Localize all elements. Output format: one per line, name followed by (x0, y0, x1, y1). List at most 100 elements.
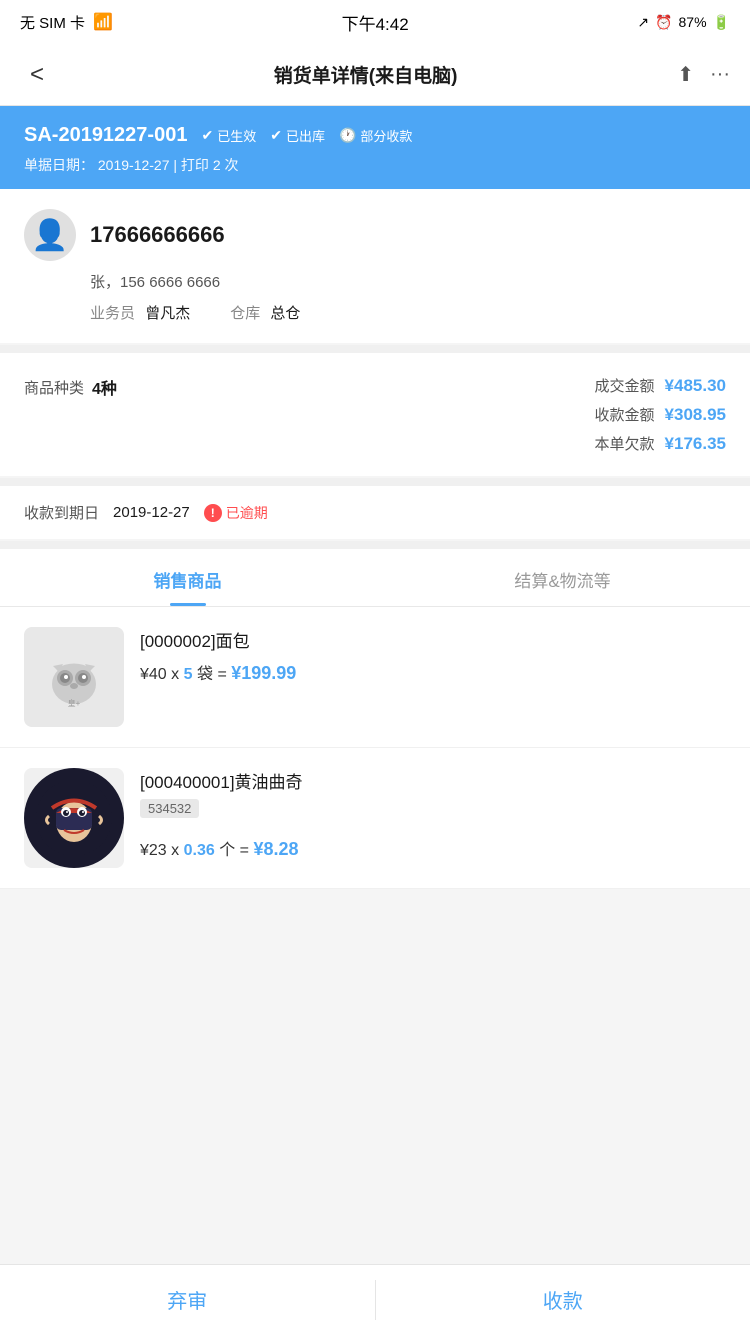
received-amount-label: 收款金额 (595, 404, 655, 425)
warehouse-row: 仓库 总仓 (230, 302, 300, 323)
warehouse-value: 总仓 (270, 305, 300, 322)
product-total-1: ¥199.99 (231, 663, 296, 683)
product-sku-badge: 534532 (140, 799, 199, 818)
product-types-value: 4种 (92, 375, 117, 399)
clock-icon: 🕐 (339, 127, 356, 144)
share-icon[interactable]: ⬆ (677, 62, 694, 87)
summary-left: 商品种类 4种 (24, 375, 117, 399)
deal-amount-row: 成交金额 ¥485.30 (595, 375, 726, 396)
battery-label: 87% (679, 14, 707, 30)
customer-meta: 业务员 曾凡杰 仓库 总仓 (24, 302, 726, 323)
summary-right: 成交金额 ¥485.30 收款金额 ¥308.95 本单欠款 ¥176.35 (595, 375, 726, 454)
product-total-2: ¥8.28 (253, 839, 298, 859)
product-item-2: [000400001]黄油曲奇 534532 ¥23 x 0.36 个 = ¥8… (0, 748, 750, 889)
product-x-1: x (171, 666, 183, 683)
overdue-label: 已逾期 (226, 503, 268, 523)
header-date-row: 单据日期： 2019-12-27 | 打印 2 次 (24, 155, 726, 175)
header-top-row: SA-20191227-001 ✔ 已生效 ✔ 已出库 🕐 部分收款 (24, 124, 726, 147)
received-amount-value: ¥308.95 (665, 405, 726, 425)
product-unit-1: 袋 (197, 666, 213, 683)
overdue-badge: ! 已逾期 (204, 503, 268, 523)
summary-grid: 商品种类 4种 成交金额 ¥485.30 收款金额 ¥308.95 本单欠款 ¥… (24, 375, 726, 454)
badge-effective: ✔ 已生效 (201, 126, 256, 145)
product-price-row-2: ¥23 x 0.36 个 = ¥8.28 (140, 836, 726, 860)
customer-phone: 17666666666 (90, 222, 225, 248)
product-image-placeholder-1: 皇+ (24, 627, 124, 727)
due-date-section: 收款到期日 2019-12-27 ! 已逾期 (0, 486, 750, 539)
summary-section: 商品种类 4种 成交金额 ¥485.30 收款金额 ¥308.95 本单欠款 ¥… (0, 353, 750, 476)
print-count: 2 (213, 157, 221, 173)
person-icon: 👤 (31, 218, 68, 253)
more-icon[interactable]: ··· (710, 63, 730, 86)
product-equals-2: = (240, 842, 254, 859)
product-quantity-1: 5 (184, 666, 193, 683)
warehouse-label: 仓库 (230, 305, 260, 322)
customer-info: 张，156 6666 6666 (24, 271, 726, 292)
arrears-label: 本单欠款 (595, 433, 655, 454)
status-bar: 无 SIM 卡 📶 下午4:42 ↗ ⏰ 87% 🔋 (0, 0, 750, 44)
nav-actions: ⬆ ··· (677, 62, 730, 87)
product-price-2: ¥23 (140, 842, 167, 859)
status-bar-right: ↗ ⏰ 87% 🔋 (637, 14, 730, 31)
nav-title: 销货单详情(来自电脑) (274, 61, 458, 88)
deal-amount-label: 成交金额 (595, 375, 655, 396)
check-icon-1: ✔ (201, 127, 213, 144)
status-bar-time: 下午4:42 (342, 10, 409, 35)
payment-button[interactable]: 收款 (376, 1265, 750, 1334)
product-types-label: 商品种类 (24, 377, 84, 398)
badge-partial-payment: 🕐 部分收款 (339, 126, 412, 145)
product-quantity-2: 0.36 (184, 842, 215, 859)
tab-settlement-label: 结算&物流等 (514, 572, 610, 591)
salesperson-value: 曾凡杰 (145, 305, 190, 322)
product-image-2 (24, 768, 124, 868)
arrears-row: 本单欠款 ¥176.35 (595, 433, 726, 454)
overdue-icon: ! (204, 504, 222, 522)
alarm-icon: ⏰ (655, 14, 672, 31)
product-x-2: x (171, 842, 183, 859)
divider-3 (0, 541, 750, 549)
order-date: 2019-12-27 (98, 157, 170, 173)
product-thumb-2 (24, 768, 124, 868)
products-section: 皇+ [0000002]面包 ¥40 x 5 袋 = ¥199.99 (0, 607, 750, 889)
svg-text:皇+: 皇+ (68, 698, 81, 708)
bottom-action-bar: 弃审 收款 (0, 1264, 750, 1334)
received-amount-row: 收款金额 ¥308.95 (595, 404, 726, 425)
carrier-label: 无 SIM 卡 (20, 12, 85, 33)
deal-amount-value: ¥485.30 (665, 376, 726, 396)
product-item: 皇+ [0000002]面包 ¥40 x 5 袋 = ¥199.99 (0, 607, 750, 748)
status-bar-left: 无 SIM 卡 📶 (20, 12, 113, 33)
back-button[interactable]: < (20, 51, 54, 99)
badge-shipped: ✔ 已出库 (270, 126, 325, 145)
tab-sales-products[interactable]: 销售商品 (0, 549, 375, 606)
due-date-value: 2019-12-27 (113, 504, 190, 521)
battery-icon: 🔋 (713, 14, 730, 31)
tab-sales-products-label: 销售商品 (154, 572, 222, 591)
owl-icon: 皇+ (39, 642, 109, 712)
product-info-2: [000400001]黄油曲奇 534532 ¥23 x 0.36 个 = ¥8… (140, 768, 726, 860)
cancel-review-button[interactable]: 弃审 (0, 1265, 375, 1334)
location-icon: ↗ (637, 14, 649, 31)
customer-row: 👤 17666666666 (24, 209, 726, 261)
product-name-2: [000400001]黄油曲奇 (140, 768, 726, 793)
divider-2 (0, 478, 750, 486)
header-banner: SA-20191227-001 ✔ 已生效 ✔ 已出库 🕐 部分收款 单据日期：… (0, 106, 750, 189)
nav-bar: < 销货单详情(来自电脑) ⬆ ··· (0, 44, 750, 106)
print-label: | 打印 (173, 157, 209, 173)
order-id: SA-20191227-001 (24, 124, 187, 147)
divider-1 (0, 345, 750, 353)
print-suffix: 次 (225, 157, 239, 173)
salesperson-label: 业务员 (90, 305, 135, 322)
product-name-1: [0000002]面包 (140, 627, 726, 652)
avatar: 👤 (24, 209, 76, 261)
ninja-mascot-icon (34, 778, 114, 858)
arrears-value: ¥176.35 (665, 434, 726, 454)
product-thumb-1: 皇+ (24, 627, 124, 727)
customer-section: 👤 17666666666 张，156 6666 6666 业务员 曾凡杰 仓库… (0, 189, 750, 343)
tab-settlement[interactable]: 结算&物流等 (375, 549, 750, 606)
wifi-icon: 📶 (93, 12, 113, 32)
check-icon-2: ✔ (270, 127, 282, 144)
salesperson-row: 业务员 曾凡杰 (90, 302, 190, 323)
product-price-row-1: ¥40 x 5 袋 = ¥199.99 (140, 660, 726, 684)
product-price-1: ¥40 (140, 666, 167, 683)
product-equals-1: = (217, 666, 231, 683)
